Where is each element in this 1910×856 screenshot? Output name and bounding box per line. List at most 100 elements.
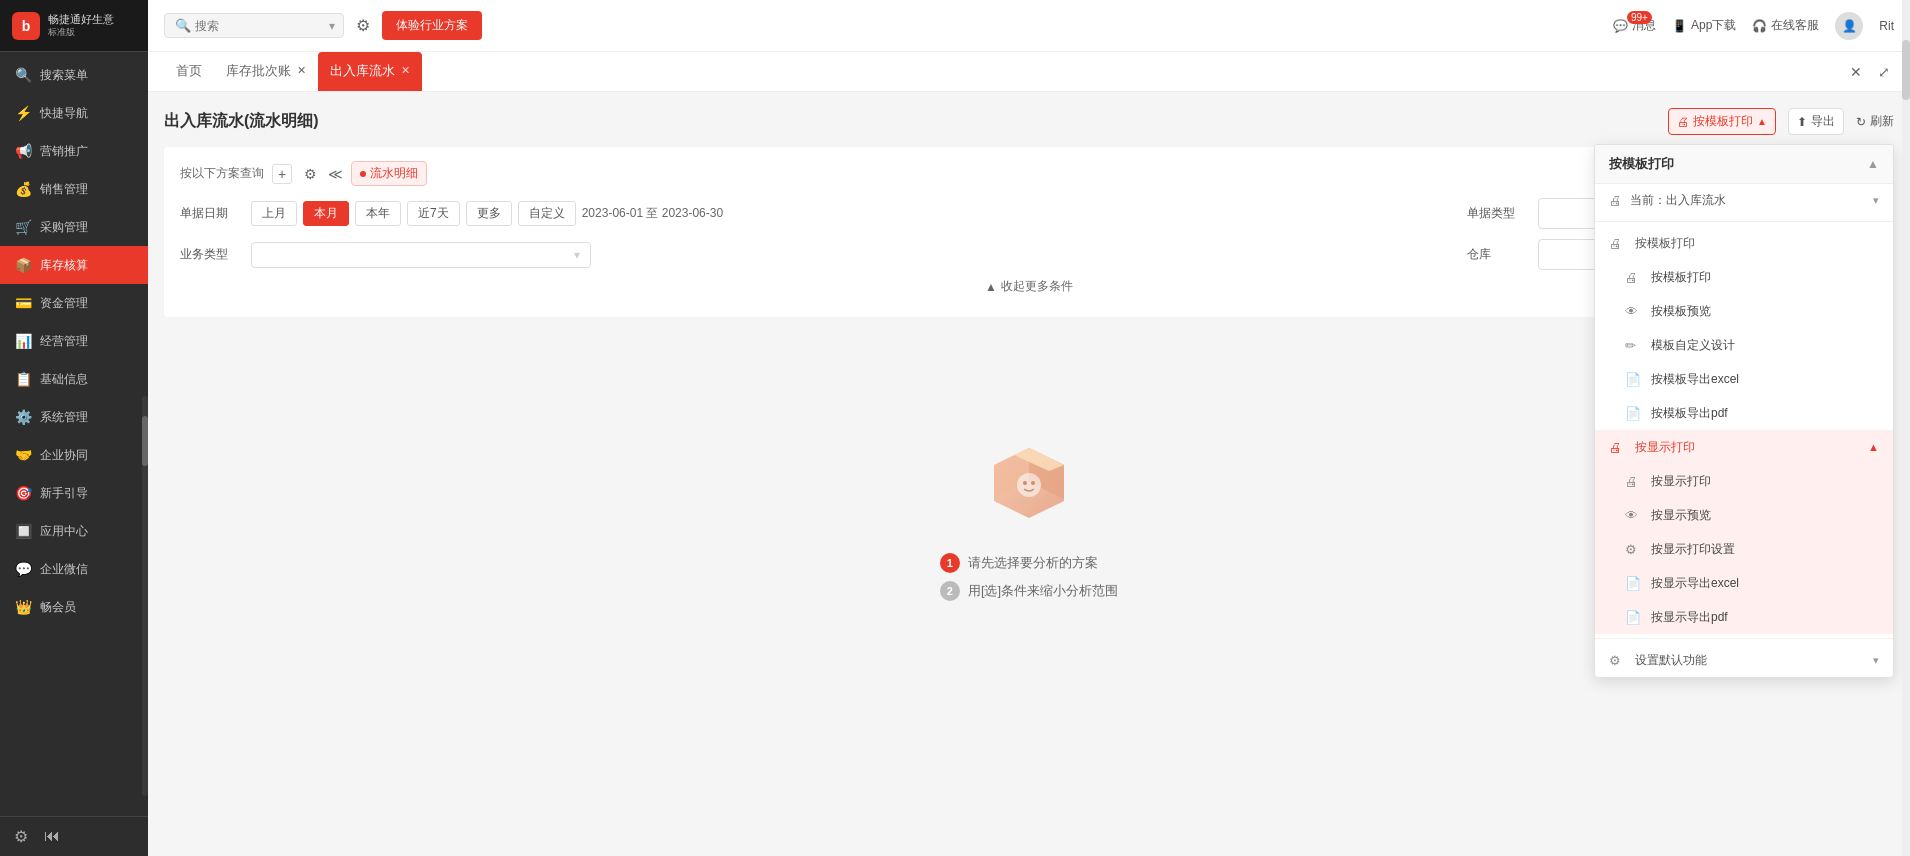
- sidebar-item-label-3: 采购管理: [40, 219, 88, 236]
- template-print-section-header[interactable]: 🖨 按模板打印: [1595, 226, 1893, 260]
- collapse-sidebar-icon[interactable]: ⏮: [44, 827, 60, 846]
- current-doc-icon: 🖨: [1609, 193, 1622, 208]
- filter-date-range: 2023-06-01 至 2023-06-30: [582, 205, 723, 222]
- template-export-excel-item[interactable]: 📄 按模板导出excel: [1595, 362, 1893, 396]
- svg-point-5: [1023, 481, 1027, 485]
- biz-type-label: 业务类型: [180, 246, 235, 263]
- page-scrollbar[interactable]: [1902, 0, 1910, 856]
- sidebar-item-label-5: 资金管理: [40, 295, 88, 312]
- apps-icon: 🔲: [14, 522, 32, 540]
- page-actions: 🖨 按模板打印 ▲ ⬆ 导出 ↻ 刷新 按模板打印: [1668, 108, 1894, 135]
- date-btn-last-month[interactable]: 上月: [251, 201, 297, 226]
- filter-tag-dot: [360, 171, 366, 177]
- topbar-search-box[interactable]: 🔍 ▾: [164, 13, 344, 38]
- display-preview-item[interactable]: 👁 按显示预览: [1595, 498, 1893, 532]
- display-print-section-header[interactable]: 🖨 按显示打印 ▲: [1595, 430, 1893, 464]
- tabbar-actions: ✕ ⤢: [1846, 62, 1894, 82]
- sidebar-item-apps[interactable]: 🔲 应用中心: [0, 512, 148, 550]
- export-icon: ⬆: [1797, 115, 1807, 129]
- sidebar-item-member[interactable]: 👑 畅会员: [0, 588, 148, 626]
- biz-type-select[interactable]: ▾: [251, 242, 591, 268]
- display-preview-icon: 👁: [1625, 506, 1643, 524]
- tab-batch-account[interactable]: 库存批次账 ✕: [214, 52, 318, 91]
- set-default-label: 设置默认功能: [1635, 652, 1865, 669]
- tab-inout-flow[interactable]: 出入库流水 ✕: [318, 52, 422, 91]
- page-scrollbar-thumb[interactable]: [1902, 40, 1910, 100]
- user-avatar[interactable]: 👤: [1835, 12, 1863, 40]
- template-print-item[interactable]: 🖨 按模板打印: [1595, 260, 1893, 294]
- basic-icon: 📋: [14, 370, 32, 388]
- svg-point-6: [1031, 481, 1035, 485]
- date-btn-this-month[interactable]: 本月: [303, 201, 349, 226]
- topbar-app-download[interactable]: 📱 App下载: [1672, 17, 1736, 34]
- date-btn-this-year[interactable]: 本年: [355, 201, 401, 226]
- template-export-pdf-item[interactable]: 📄 按模板导出pdf: [1595, 396, 1893, 430]
- step-2-label: 用[选]条件来缩小分析范围: [968, 582, 1118, 600]
- sidebar-item-search[interactable]: 🔍 搜索菜单: [0, 56, 148, 94]
- sidebar-item-operations[interactable]: 📊 经营管理: [0, 322, 148, 360]
- sidebar-item-basic[interactable]: 📋 基础信息: [0, 360, 148, 398]
- print-template-label: 按模板打印: [1693, 113, 1753, 130]
- sidebar-item-inventory[interactable]: 📦 库存核算: [0, 246, 148, 284]
- page-title: 出入库流水(流水明细): [164, 111, 319, 132]
- display-preview-label: 按显示预览: [1651, 507, 1711, 524]
- tab-batch-account-close[interactable]: ✕: [297, 64, 306, 77]
- date-btn-custom[interactable]: 自定义: [518, 201, 576, 226]
- filter-add-btn[interactable]: +: [272, 164, 292, 184]
- sidebar-item-label-2: 销售管理: [40, 181, 88, 198]
- set-default-section-header[interactable]: ⚙ 设置默认功能 ▾: [1595, 643, 1893, 677]
- system-icon: ⚙️: [14, 408, 32, 426]
- tab-home[interactable]: 首页: [164, 52, 214, 91]
- topbar-settings-icon[interactable]: ⚙: [356, 16, 370, 35]
- quick-nav-icon: ⚡: [14, 104, 32, 122]
- filter-collapse-icon[interactable]: ≪: [328, 166, 343, 182]
- refresh-label: 刷新: [1870, 113, 1894, 130]
- sidebar-item-finance[interactable]: 💳 资金管理: [0, 284, 148, 322]
- dropdown-current-section[interactable]: 🖨 当前：出入库流水 ▾: [1595, 184, 1893, 217]
- display-export-excel-icon: 📄: [1625, 574, 1643, 592]
- sidebar-item-marketing[interactable]: 📢 营销推广: [0, 132, 148, 170]
- step-2-number: 2: [940, 581, 960, 601]
- display-export-pdf-item[interactable]: 📄 按显示导出pdf: [1595, 600, 1893, 634]
- filter-title: 按以下方案查询: [180, 165, 264, 182]
- date-btn-7days[interactable]: 近7天: [407, 201, 460, 226]
- tab-home-label: 首页: [176, 62, 202, 80]
- sidebar-nav: 🔍 搜索菜单 ⚡ 快捷导航 📢 营销推广 💰 销售管理 🛒 采购管理 📦 库存核…: [0, 52, 148, 816]
- search-magnifier-icon: 🔍: [175, 18, 191, 33]
- dropdown-chevron-up-icon[interactable]: ▲: [1867, 157, 1879, 171]
- template-print-label: 按模板打印: [1651, 269, 1711, 286]
- sidebar-item-guide[interactable]: 🎯 新手引导: [0, 474, 148, 512]
- template-custom-item[interactable]: ✏ 模板自定义设计: [1595, 328, 1893, 362]
- sidebar-item-sales[interactable]: 💰 销售管理: [0, 170, 148, 208]
- topbar-msg-btn[interactable]: 💬 消息 99+: [1613, 17, 1656, 34]
- tab-close-btn[interactable]: ✕: [1846, 62, 1866, 82]
- topbar-search-chevron-icon[interactable]: ▾: [329, 19, 335, 33]
- filter-tag: 流水明细: [351, 161, 427, 186]
- display-print-item[interactable]: 🖨 按显示打印: [1595, 464, 1893, 498]
- sidebar-item-system[interactable]: ⚙️ 系统管理: [0, 398, 148, 436]
- print-template-btn[interactable]: 🖨 按模板打印 ▲: [1668, 108, 1776, 135]
- tab-inout-flow-close[interactable]: ✕: [401, 64, 410, 77]
- sidebar-item-wechat[interactable]: 💬 企业微信: [0, 550, 148, 588]
- sidebar-bottom: ⚙ ⏮: [0, 816, 148, 856]
- settings-bottom-icon[interactable]: ⚙: [14, 827, 28, 846]
- filter-settings-btn[interactable]: ⚙: [300, 164, 320, 184]
- sidebar-item-quick-nav[interactable]: ⚡ 快捷导航: [0, 94, 148, 132]
- refresh-btn[interactable]: ↻ 刷新: [1856, 113, 1894, 130]
- template-preview-icon: 👁: [1625, 302, 1643, 320]
- display-export-excel-item[interactable]: 📄 按显示导出excel: [1595, 566, 1893, 600]
- display-print-settings-item[interactable]: ⚙ 按显示打印设置: [1595, 532, 1893, 566]
- topbar-online-service[interactable]: 🎧 在线客服: [1752, 17, 1819, 34]
- tab-expand-btn[interactable]: ⤢: [1874, 62, 1894, 82]
- page-header: 出入库流水(流水明细) 🖨 按模板打印 ▲ ⬆ 导出 ↻ 刷新: [164, 108, 1894, 135]
- sidebar-item-corp[interactable]: 🤝 企业协同: [0, 436, 148, 474]
- sidebar-item-purchase[interactable]: 🛒 采购管理: [0, 208, 148, 246]
- export-btn[interactable]: ⬆ 导出: [1788, 108, 1844, 135]
- trial-btn[interactable]: 体验行业方案: [382, 11, 482, 40]
- sidebar-item-label-10: 新手引导: [40, 485, 88, 502]
- date-btn-more[interactable]: 更多: [466, 201, 512, 226]
- topbar-search-input[interactable]: [195, 19, 325, 33]
- template-preview-item[interactable]: 👁 按模板预览: [1595, 294, 1893, 328]
- sidebar-item-label-4: 库存核算: [40, 257, 88, 274]
- printer-icon: 🖨: [1677, 115, 1689, 129]
